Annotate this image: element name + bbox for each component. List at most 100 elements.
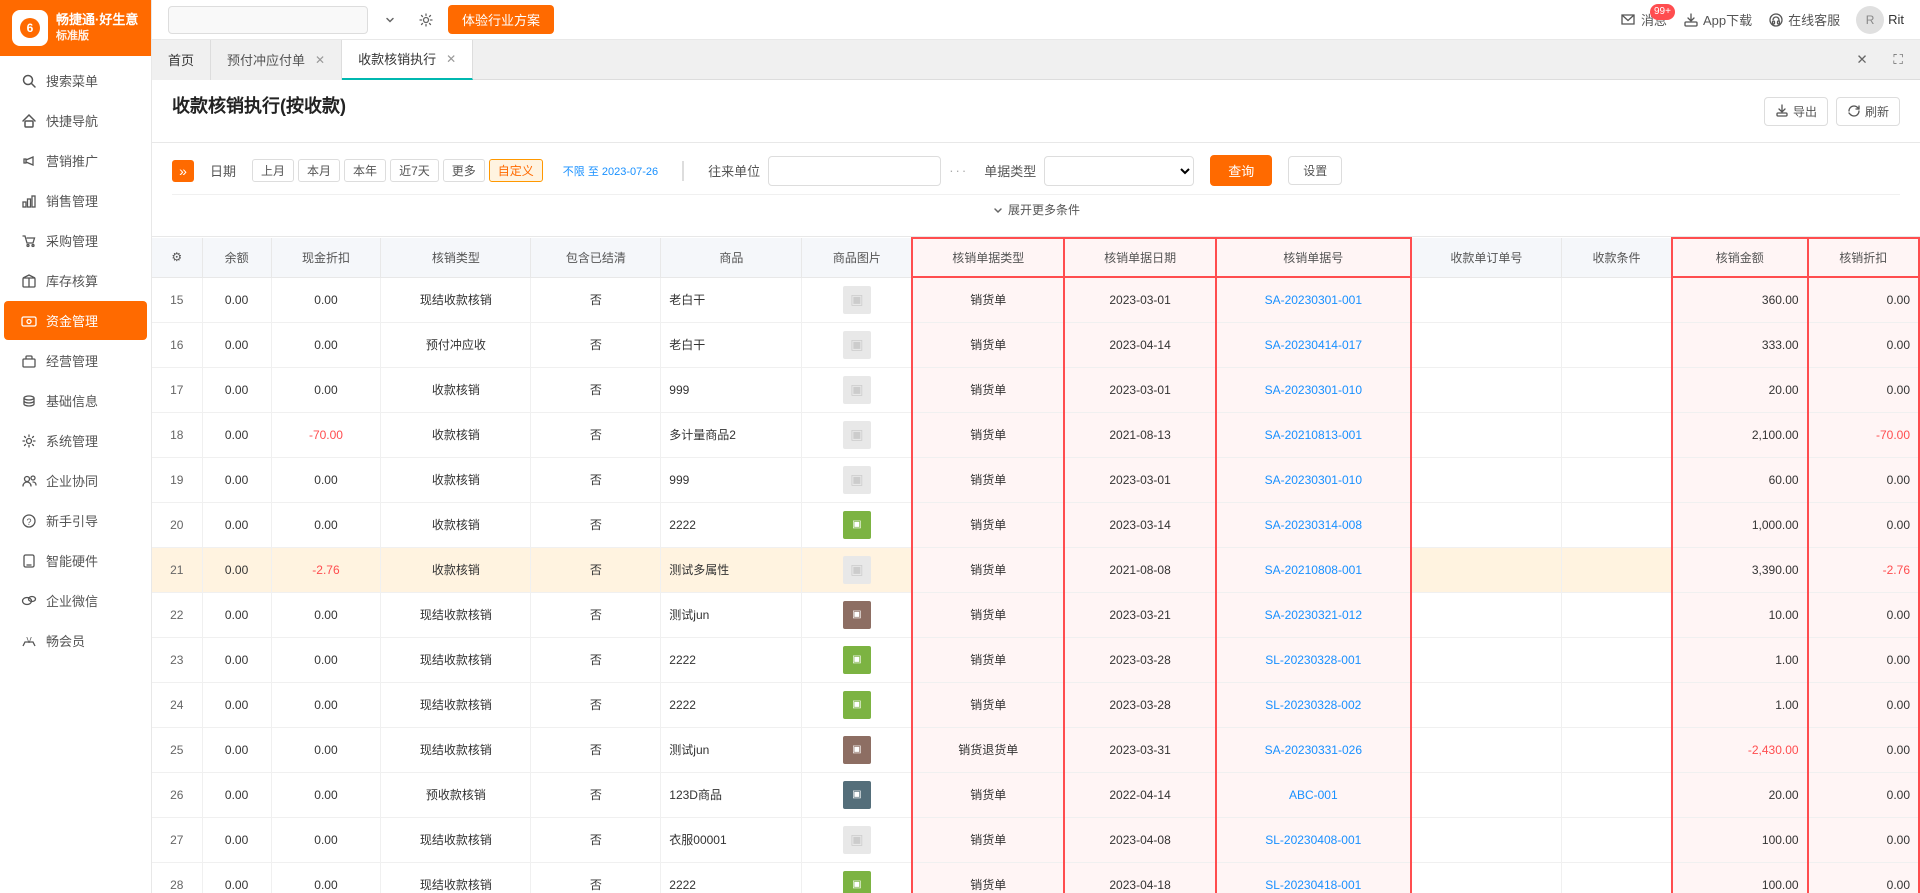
sidebar-item-sales[interactable]: 销售管理 xyxy=(4,181,147,220)
date-this-year-btn[interactable]: 本年 xyxy=(344,159,386,182)
sidebar-item-guide[interactable]: ? 新手引导 xyxy=(4,501,147,540)
cell-receipt-order-no xyxy=(1411,772,1562,817)
close-window-btn[interactable]: ✕ xyxy=(1848,46,1876,74)
topbar-search-input[interactable] xyxy=(168,6,368,34)
tab-receipt-label: 收款核销执行 xyxy=(358,49,436,68)
table-row: 21 0.00 -2.76 收款核销 否 测试多属性 ▣ 销货单 2021-08… xyxy=(152,547,1919,592)
bill-type-select[interactable] xyxy=(1044,156,1194,186)
sidebar-item-purchase[interactable]: 采购管理 xyxy=(4,221,147,260)
tab-home-label: 首页 xyxy=(168,50,194,69)
sidebar-item-label: 新手引导 xyxy=(46,511,98,530)
cell-receipt-condition xyxy=(1562,682,1672,727)
sidebar-item-system[interactable]: 系统管理 xyxy=(4,421,147,460)
date-custom-btn[interactable]: 自定义 xyxy=(489,159,543,182)
cell-cash-discount: 0.00 xyxy=(271,502,381,547)
sidebar-item-member[interactable]: V 畅会员 xyxy=(4,621,147,660)
cell-bill-no[interactable]: ABC-001 xyxy=(1216,772,1411,817)
cell-bill-no[interactable]: SL-20230328-001 xyxy=(1216,637,1411,682)
bill-no-link[interactable]: SL-20230418-001 xyxy=(1265,878,1361,892)
settings-button[interactable]: 设置 xyxy=(1288,156,1342,185)
bill-no-link[interactable]: SA-20230301-001 xyxy=(1265,293,1362,307)
export-button[interactable]: 导出 xyxy=(1764,97,1828,126)
cell-include-settled: 否 xyxy=(531,862,661,893)
sidebar-item-inventory[interactable]: 库存核算 xyxy=(4,261,147,300)
cell-balance: 0.00 xyxy=(202,457,271,502)
solution-button[interactable]: 体验行业方案 xyxy=(448,5,554,34)
sidebar-item-operation[interactable]: 经营管理 xyxy=(4,341,147,380)
cell-product: 老白干 xyxy=(661,277,802,322)
refresh-button[interactable]: 刷新 xyxy=(1836,97,1900,126)
col-product-img: 商品图片 xyxy=(802,238,912,277)
product-thumbnail-empty: ▣ xyxy=(843,286,871,314)
cell-bill-no[interactable]: SA-20230301-001 xyxy=(1216,277,1411,322)
sidebar-item-quicknav[interactable]: 快捷导航 xyxy=(4,101,147,140)
service-btn[interactable]: 在线客服 xyxy=(1768,10,1840,29)
tab-receipt[interactable]: 收款核销执行 ✕ xyxy=(342,40,473,80)
cell-bill-no[interactable]: SL-20230328-002 xyxy=(1216,682,1411,727)
cell-bill-type: 销货单 xyxy=(912,412,1064,457)
table-row: 28 0.00 0.00 现结收款核销 否 2222 ▣ 销货单 2023-04… xyxy=(152,862,1919,893)
sidebar-item-search[interactable]: 搜索菜单 xyxy=(4,61,147,100)
bill-no-link[interactable]: SL-20230328-002 xyxy=(1265,698,1361,712)
expand-more-btn[interactable]: 展开更多条件 xyxy=(172,194,1900,224)
cell-bill-no[interactable]: SA-20210813-001 xyxy=(1216,412,1411,457)
bill-no-link[interactable]: SL-20230408-001 xyxy=(1265,833,1361,847)
date-prev-month-btn[interactable]: 上月 xyxy=(252,159,294,182)
cell-bill-no[interactable]: SA-20210808-001 xyxy=(1216,547,1411,592)
tab-prepay[interactable]: 预付冲应付单 ✕ xyxy=(211,40,342,80)
cell-bill-no[interactable]: SA-20230314-008 xyxy=(1216,502,1411,547)
bill-no-link[interactable]: SA-20210808-001 xyxy=(1265,563,1362,577)
bill-no-link[interactable]: SA-20230414-017 xyxy=(1265,338,1362,352)
date-more-btn[interactable]: 更多 xyxy=(443,159,485,182)
bill-no-link[interactable]: SA-20230314-008 xyxy=(1265,518,1362,532)
bill-no-link[interactable]: ABC-001 xyxy=(1289,788,1338,802)
message-btn[interactable]: 消息 99+ xyxy=(1619,10,1667,29)
bill-no-link[interactable]: SA-20230301-010 xyxy=(1265,473,1362,487)
date-this-month-btn[interactable]: 本月 xyxy=(298,159,340,182)
cell-bill-no[interactable]: SA-20230414-017 xyxy=(1216,322,1411,367)
cell-bill-type: 销货单 xyxy=(912,367,1064,412)
bill-no-link[interactable]: SA-20230321-012 xyxy=(1265,608,1362,622)
cell-bill-no[interactable]: SA-20230331-026 xyxy=(1216,727,1411,772)
topbar-settings-icon-btn[interactable] xyxy=(412,6,440,34)
date-7days-btn[interactable]: 近7天 xyxy=(390,159,439,182)
cell-no: 20 xyxy=(152,502,202,547)
cell-cancel-amount: 1,000.00 xyxy=(1672,502,1808,547)
cell-cancel-discount: -70.00 xyxy=(1808,412,1919,457)
cell-bill-no[interactable]: SA-20230321-012 xyxy=(1216,592,1411,637)
topbar-chevron-btn[interactable] xyxy=(376,6,404,34)
app-download-btn[interactable]: App下载 xyxy=(1683,10,1752,29)
cell-bill-no[interactable]: SA-20230301-010 xyxy=(1216,367,1411,412)
cell-receipt-order-no xyxy=(1411,817,1562,862)
tab-home[interactable]: 首页 xyxy=(152,40,211,80)
cell-no: 28 xyxy=(152,862,202,893)
sidebar-item-wechat[interactable]: 企业微信 xyxy=(4,581,147,620)
bill-no-link[interactable]: SA-20230301-010 xyxy=(1265,383,1362,397)
sidebar-item-hardware[interactable]: 智能硬件 xyxy=(4,541,147,580)
cell-balance: 0.00 xyxy=(202,367,271,412)
product-thumbnail-empty: ▣ xyxy=(843,331,871,359)
tab-prepay-close[interactable]: ✕ xyxy=(315,53,325,67)
cell-cash-discount: 0.00 xyxy=(271,322,381,367)
bill-no-link[interactable]: SA-20230331-026 xyxy=(1265,743,1362,757)
query-button[interactable]: 查询 xyxy=(1210,155,1272,186)
sidebar-item-base[interactable]: 基础信息 xyxy=(4,381,147,420)
maximize-window-btn[interactable]: ⛶ xyxy=(1884,46,1912,74)
tab-receipt-close[interactable]: ✕ xyxy=(446,52,456,66)
bill-no-link[interactable]: SA-20210813-001 xyxy=(1265,428,1362,442)
table-container[interactable]: ⚙ 余额 现金折扣 核销类型 包含已结清 商品 商品图片 核销单据类型 核销单据… xyxy=(152,237,1920,893)
sidebar-item-corp[interactable]: 企业协同 xyxy=(4,461,147,500)
cell-no: 15 xyxy=(152,277,202,322)
product-thumbnail-empty: ▣ xyxy=(843,466,871,494)
cell-bill-no[interactable]: SL-20230418-001 xyxy=(1216,862,1411,893)
partner-input[interactable] xyxy=(768,156,941,186)
cell-bill-no[interactable]: SA-20230301-010 xyxy=(1216,457,1411,502)
sidebar-item-marketing[interactable]: 营销推广 xyxy=(4,141,147,180)
cell-product-img: ▣ xyxy=(802,457,912,502)
sidebar-item-finance[interactable]: 资金管理 xyxy=(4,301,147,340)
cell-cancel-amount: 2,100.00 xyxy=(1672,412,1808,457)
cell-bill-no[interactable]: SL-20230408-001 xyxy=(1216,817,1411,862)
user-avatar[interactable]: R Rit xyxy=(1856,6,1904,34)
bill-no-link[interactable]: SL-20230328-001 xyxy=(1265,653,1361,667)
filter-expand-arrow[interactable]: » xyxy=(172,160,194,182)
